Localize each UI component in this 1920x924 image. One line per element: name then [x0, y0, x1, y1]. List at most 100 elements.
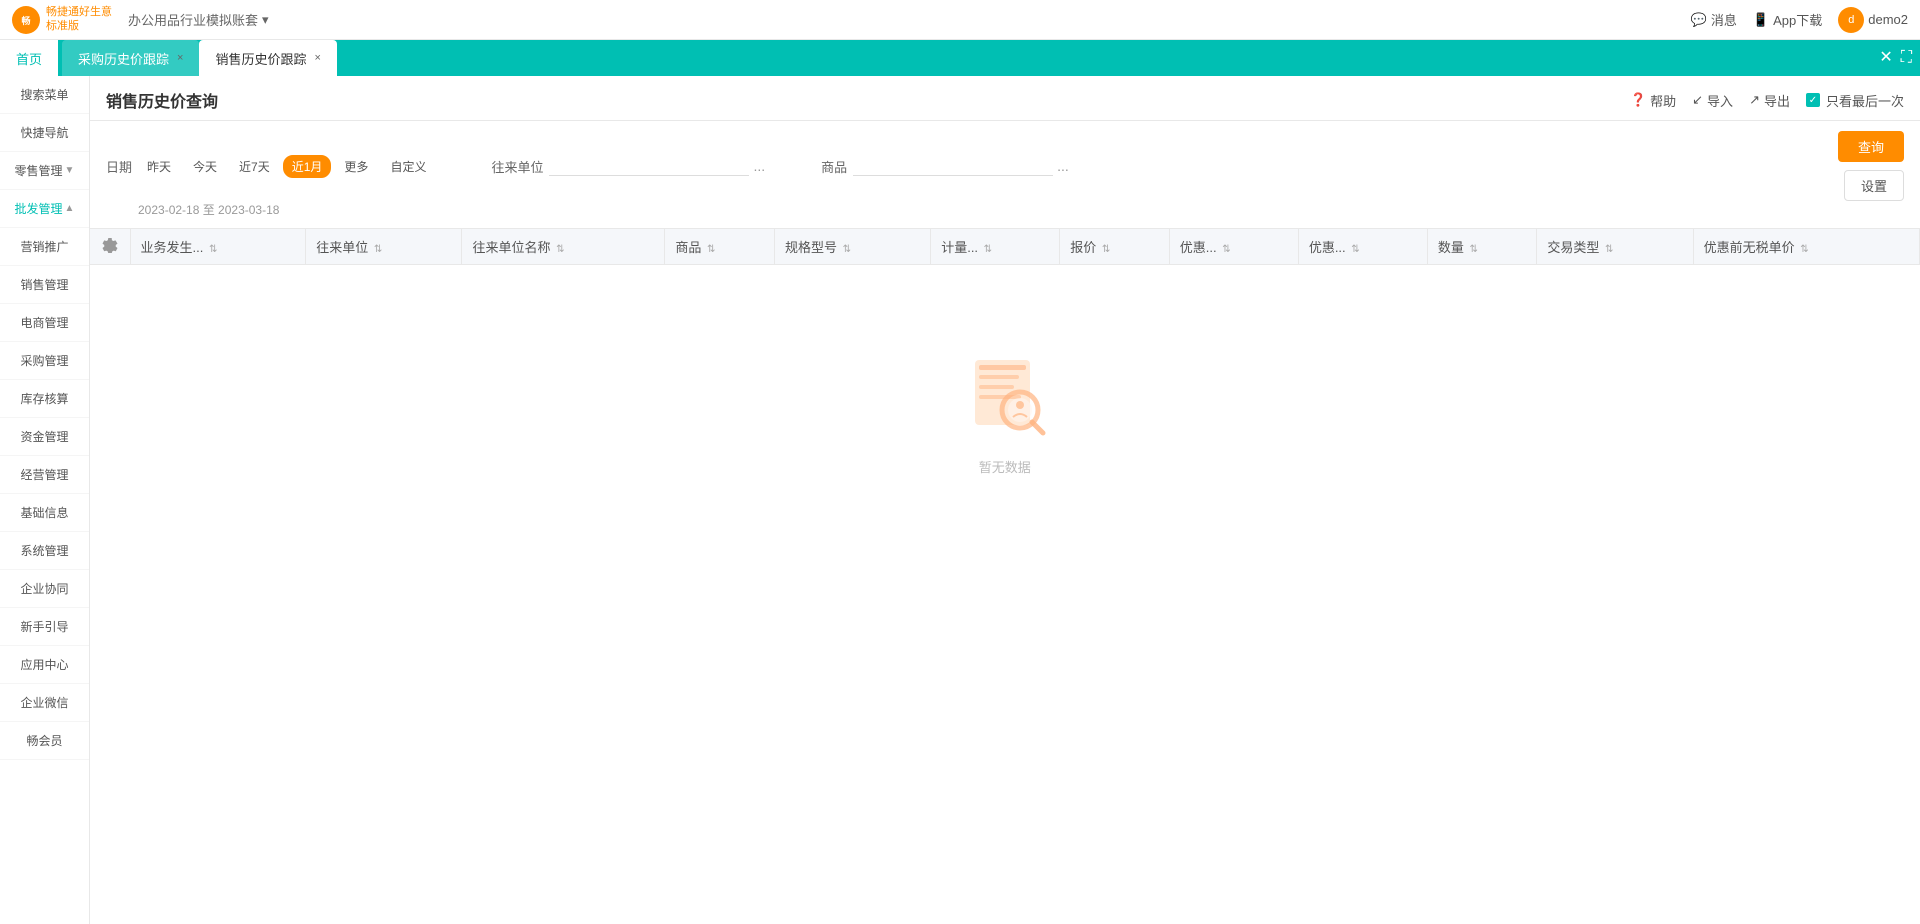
last-only-checkbox[interactable]: ✓: [1806, 93, 1820, 107]
sidebar-item-basic-info[interactable]: 基础信息: [0, 494, 89, 532]
sidebar-item-finance[interactable]: 资金管理: [0, 418, 89, 456]
retail-mgmt-arrow: ▼: [65, 165, 75, 176]
wholesale-mgmt-label: 批发管理: [15, 200, 63, 217]
th-quote-label: 报价: [1070, 240, 1096, 255]
th-business-date[interactable]: 业务发生... ⇅: [130, 229, 306, 265]
th-unit[interactable]: 计量... ⇅: [931, 229, 1060, 265]
tab-purchase-label: 采购历史价跟踪: [78, 49, 169, 68]
tab-sales-label: 销售历史价跟踪: [215, 49, 306, 68]
th-product[interactable]: 商品 ⇅: [665, 229, 775, 265]
import-button[interactable]: ↙ 导入: [1692, 91, 1733, 110]
th-spec[interactable]: 规格型号 ⇅: [774, 229, 930, 265]
table-area: 业务发生... ⇅ 往来单位 ⇅ 往来单位名称 ⇅ 商品: [90, 229, 1920, 924]
th-pretax-price[interactable]: 优惠前无税单价 ⇅: [1693, 229, 1919, 265]
search-menu-label: 搜索菜单: [20, 86, 68, 103]
sidebar-item-system[interactable]: 系统管理: [0, 532, 89, 570]
partner-input[interactable]: [549, 156, 749, 176]
sidebar-item-retail-mgmt[interactable]: 零售管理 ▼: [0, 152, 89, 190]
partner-filter: 往来单位 ...: [491, 156, 765, 176]
sidebar-item-guide[interactable]: 新手引导: [0, 608, 89, 646]
product-browse-button[interactable]: ...: [1057, 158, 1069, 174]
product-input[interactable]: [853, 156, 1053, 176]
th-discount1[interactable]: 优惠... ⇅: [1169, 229, 1298, 265]
sidebar-item-member[interactable]: 畅会员: [0, 722, 89, 760]
tab-purchase-close[interactable]: ×: [177, 52, 183, 64]
sidebar-item-ecommerce[interactable]: 电商管理: [0, 304, 89, 342]
tab-home[interactable]: 首页: [0, 40, 58, 76]
basic-info-label: 基础信息: [20, 504, 68, 521]
message-icon: 💬: [1691, 12, 1707, 28]
th-quantity[interactable]: 数量 ⇅: [1427, 229, 1537, 265]
username-label: demo2: [1868, 12, 1908, 27]
sidebar-item-search-menu[interactable]: 搜索菜单: [0, 76, 89, 114]
tab-sales-close[interactable]: ×: [314, 52, 320, 64]
sidebar-item-quick-nav[interactable]: 快捷导航: [0, 114, 89, 152]
tab-bar-actions: ✕ ⛶: [1879, 50, 1920, 66]
export-button[interactable]: ↗ 导出: [1749, 91, 1790, 110]
user-menu[interactable]: d demo2: [1838, 7, 1908, 33]
finance-label: 资金管理: [20, 428, 68, 445]
partner-browse-button[interactable]: ...: [753, 158, 765, 174]
message-button[interactable]: 💬 消息: [1691, 10, 1737, 29]
th-quantity-label: 数量: [1438, 240, 1464, 255]
export-label: 导出: [1764, 91, 1790, 110]
app-selector[interactable]: 办公用品行业模拟账套 ▾: [120, 6, 277, 33]
maximize-button[interactable]: ⛶: [1901, 50, 1912, 66]
th-product-label: 商品: [675, 240, 701, 255]
purchase-mgmt-label: 采购管理: [20, 352, 68, 369]
date-buttons: 昨天 今天 近7天 近1月 更多 自定义: [138, 155, 435, 178]
sidebar-item-enterprise[interactable]: 企业协同: [0, 570, 89, 608]
sidebar-item-app-center[interactable]: 应用中心: [0, 646, 89, 684]
tab-bar: 首页 采购历史价跟踪 × 销售历史价跟踪 × ✕ ⛶: [0, 40, 1920, 76]
message-label: 消息: [1711, 10, 1737, 29]
filter-row-1: 日期 昨天 今天 近7天 近1月 更多 自定义 往来单位 ...: [106, 131, 1904, 201]
sidebar-item-operations[interactable]: 经营管理: [0, 456, 89, 494]
sidebar-item-wechat[interactable]: 企业微信: [0, 684, 89, 722]
top-bar-left: 畅 畅捷通好生意 标准版 办公用品行业模拟账套 ▾: [12, 6, 277, 34]
th-spec-label: 规格型号: [785, 240, 837, 255]
logo-area: 畅 畅捷通好生意 标准版: [12, 6, 112, 34]
sidebar-item-sales-mgmt[interactable]: 销售管理: [0, 266, 89, 304]
sidebar-item-wholesale-mgmt[interactable]: 批发管理 ▲: [0, 190, 89, 228]
top-bar: 畅 畅捷通好生意 标准版 办公用品行业模拟账套 ▾ 💬 消息 📱 App下载 d…: [0, 0, 1920, 40]
date-btn-more[interactable]: 更多: [335, 155, 377, 178]
th-trade-type[interactable]: 交易类型 ⇅: [1537, 229, 1693, 265]
download-button[interactable]: 📱 App下载: [1753, 10, 1822, 29]
th-partner-code-label: 往来单位: [316, 240, 368, 255]
date-btn-today[interactable]: 今天: [184, 155, 226, 178]
th-partner-code[interactable]: 往来单位 ⇅: [306, 229, 462, 265]
close-all-tabs-button[interactable]: ✕: [1879, 50, 1892, 66]
svg-text:畅: 畅: [21, 15, 30, 26]
avatar: d: [1838, 7, 1864, 33]
last-only-checkbox-area[interactable]: ✓ 只看最后一次: [1806, 91, 1904, 110]
import-icon: ↙: [1692, 92, 1703, 108]
sidebar-item-marketing[interactable]: 营销推广: [0, 228, 89, 266]
th-unit-label: 计量...: [941, 240, 978, 255]
tab-sales-history[interactable]: 销售历史价跟踪 ×: [199, 40, 336, 76]
date-btn-last1month[interactable]: 近1月: [283, 155, 332, 178]
th-discount2[interactable]: 优惠... ⇅: [1298, 229, 1427, 265]
date-btn-last7days[interactable]: 近7天: [230, 155, 279, 178]
sidebar-item-inventory[interactable]: 库存核算: [0, 380, 89, 418]
th-settings[interactable]: [90, 229, 130, 265]
sidebar-item-purchase-mgmt[interactable]: 采购管理: [0, 342, 89, 380]
th-partner-name[interactable]: 往来单位名称 ⇅: [462, 229, 665, 265]
sort-icon-quantity: ⇅: [1469, 244, 1477, 255]
export-icon: ↗: [1749, 92, 1760, 108]
search-button[interactable]: 查询: [1838, 131, 1904, 162]
date-btn-yesterday[interactable]: 昨天: [138, 155, 180, 178]
help-button[interactable]: ❓ 帮助: [1630, 91, 1676, 110]
page-title: 销售历史价查询: [106, 88, 218, 112]
app-name: 办公用品行业模拟账套: [128, 10, 258, 29]
tab-purchase-history[interactable]: 采购历史价跟踪 ×: [62, 40, 199, 76]
marketing-label: 营销推广: [20, 238, 68, 255]
th-partner-name-label: 往来单位名称: [472, 240, 550, 255]
inventory-label: 库存核算: [20, 390, 68, 407]
date-btn-custom[interactable]: 自定义: [381, 155, 435, 178]
th-quote[interactable]: 报价 ⇅: [1060, 229, 1170, 265]
content-area: 销售历史价查询 ❓ 帮助 ↙ 导入 ↗ 导出 ✓ 只看最后一次: [90, 76, 1920, 924]
settings-gear-icon: [102, 237, 118, 253]
main-layout: 搜索菜单 快捷导航 零售管理 ▼ 批发管理 ▲ 营销推广 销售管理 电商管理 采…: [0, 76, 1920, 924]
settings-button[interactable]: 设置: [1844, 170, 1904, 201]
tab-home-label: 首页: [16, 49, 42, 68]
